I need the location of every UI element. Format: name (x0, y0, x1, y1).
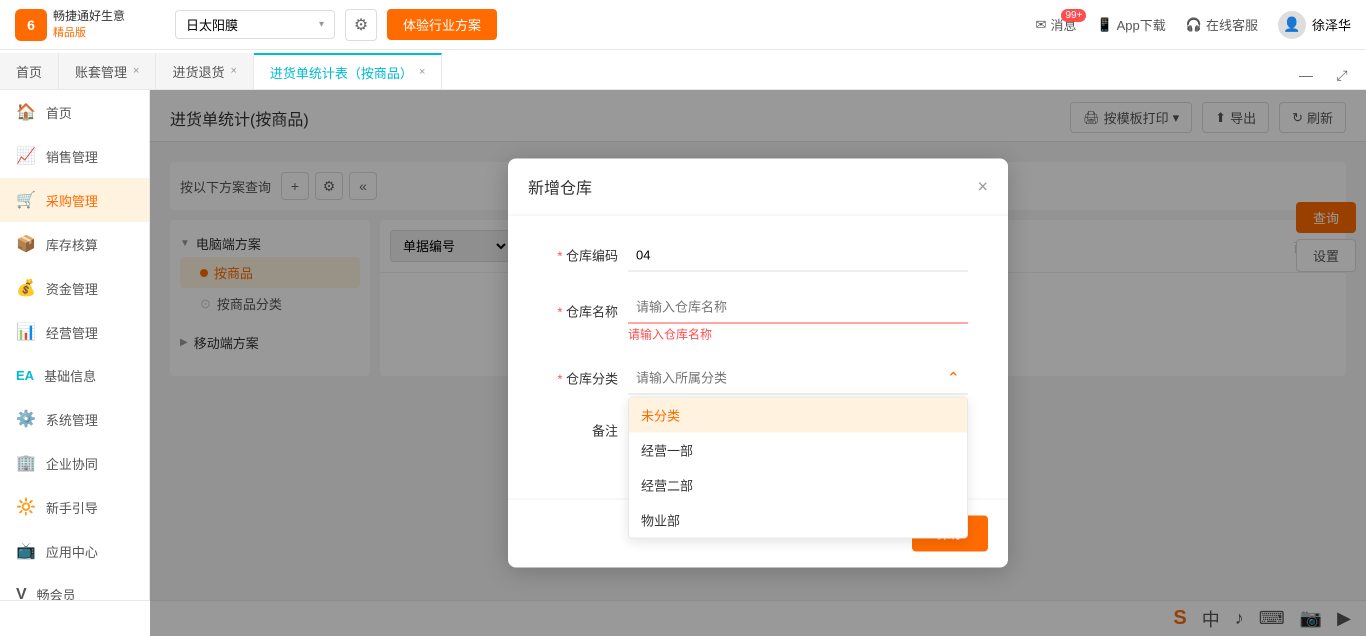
warehouse-category-label: 仓库分类 (548, 363, 628, 388)
sidebar-item-system-label: 系统管理 (46, 410, 98, 429)
sidebar-item-operations-label: 经营管理 (46, 323, 98, 342)
warehouse-name-error: 请输入仓库名称 (548, 326, 712, 343)
system-icon: ⚙️ (16, 409, 36, 429)
messages-badge: 99+ (1061, 9, 1086, 22)
inventory-icon: 📦 (16, 234, 36, 254)
headset-icon: 🎧 (1186, 17, 1202, 33)
header-right: ✉ 消息 99+ 📱 App下载 🎧 在线客服 👤 徐泽华 (1036, 11, 1351, 39)
home-icon: 🏠 (16, 102, 36, 122)
logo-icon: 6 (15, 9, 47, 41)
app-download-label: App下载 (1117, 15, 1166, 34)
dropdown-item-dept1[interactable]: 经营一部 (629, 433, 967, 468)
store-selector[interactable]: 日太阳膜 ▾ (175, 10, 335, 39)
newbie-icon: 🔆 (16, 497, 36, 517)
nav-expand-button[interactable]: ⤢ (1328, 61, 1356, 89)
avatar: 👤 (1278, 11, 1306, 39)
form-row-name: 仓库名称 请输入仓库名称 (548, 292, 968, 343)
sidebar-item-purchase[interactable]: 🛒 采购管理 (0, 178, 149, 222)
sidebar-item-apps-label: 应用中心 (46, 542, 98, 561)
category-dropdown-arrow[interactable]: ⌃ (947, 369, 960, 389)
sidebar-item-basic-info[interactable]: EA 基础信息 (0, 354, 149, 397)
top-header: 6 畅捷通好生意 精品版 日太阳膜 ▾ ⚙ 体验行业方案 ✉ 消息 99+ 📱 … (0, 0, 1366, 50)
sidebar-item-newbie[interactable]: 🔆 新手引导 (0, 485, 149, 529)
sidebar-item-purchase-label: 采购管理 (46, 191, 98, 210)
sidebar-item-enterprise[interactable]: 🏢 企业协同 (0, 441, 149, 485)
tab-home[interactable]: 首页 (0, 53, 59, 89)
sidebar-item-system[interactable]: ⚙️ 系统管理 (0, 397, 149, 441)
main-layout: 🏠 首页 📈 销售管理 🛒 采购管理 📦 库存核算 💰 资金管理 📊 经营管理 … (0, 90, 1366, 636)
sidebar-item-inventory-label: 库存核算 (46, 235, 98, 254)
chevron-down-icon: ▾ (319, 19, 324, 30)
warehouse-name-label: 仓库名称 (548, 295, 628, 320)
basic-info-icon: EA (16, 368, 34, 383)
tab-purchase-stats[interactable]: 进货单统计表（按商品） × (254, 53, 442, 89)
sidebar-item-sales[interactable]: 📈 销售管理 (0, 134, 149, 178)
user-name: 徐泽华 (1312, 15, 1351, 34)
dialog-body: 仓库编码 仓库名称 请输入仓库名称 仓库分类 ⌃ (508, 216, 1008, 499)
form-row-code: 仓库编码 (548, 240, 968, 272)
logo-text: 畅捷通好生意 精品版 (53, 9, 125, 41)
dialog-header: 新增仓库 × (508, 159, 1008, 216)
app-download-item[interactable]: 📱 App下载 (1096, 15, 1165, 34)
logo-area: 6 畅捷通好生意 精品版 (15, 9, 165, 41)
tab-purchase-stats-close[interactable]: × (419, 66, 425, 78)
enterprise-icon: 🏢 (16, 453, 36, 473)
store-name: 日太阳膜 (186, 15, 314, 34)
tab-accounts[interactable]: 账套管理 × (59, 53, 156, 89)
tab-accounts-close[interactable]: × (133, 65, 139, 77)
tab-purchase-return[interactable]: 进货退货 × (156, 53, 253, 89)
sidebar-item-finance[interactable]: 💰 资金管理 (0, 266, 149, 310)
warehouse-category-input[interactable] (628, 363, 968, 395)
notes-label: 备注 (548, 415, 628, 440)
sidebar-item-finance-label: 资金管理 (46, 279, 98, 298)
message-icon: ✉ (1036, 17, 1047, 33)
form-row-category: 仓库分类 ⌃ 未分类 经营一部 经营二部 物业部 (548, 363, 968, 395)
tab-purchase-return-close[interactable]: × (230, 65, 236, 77)
sidebar-item-newbie-label: 新手引导 (46, 498, 98, 517)
dropdown-item-unclassified[interactable]: 未分类 (629, 398, 967, 433)
nav-minimize-button[interactable]: — (1292, 61, 1320, 89)
apps-icon: 📺 (16, 541, 36, 561)
category-dropdown-list: 未分类 经营一部 经营二部 物业部 (628, 397, 968, 539)
online-service-label: 在线客服 (1206, 15, 1258, 34)
warehouse-dialog: 新增仓库 × 仓库编码 仓库名称 请输入仓库名称 (508, 159, 1008, 568)
gear-button[interactable]: ⚙ (345, 9, 377, 41)
dropdown-item-property[interactable]: 物业部 (629, 503, 967, 538)
tab-purchase-stats-label: 进货单统计表（按商品） (270, 63, 413, 82)
sidebar-item-enterprise-label: 企业协同 (46, 454, 98, 473)
sidebar: 🏠 首页 📈 销售管理 🛒 采购管理 📦 库存核算 💰 资金管理 📊 经营管理 … (0, 90, 150, 636)
online-service-item[interactable]: 🎧 在线客服 (1186, 15, 1258, 34)
nav-tabs: 首页 账套管理 × 进货退货 × 进货单统计表（按商品） × — ⤢ (0, 50, 1366, 90)
sidebar-item-apps[interactable]: 📺 应用中心 (0, 529, 149, 573)
warehouse-name-input[interactable] (628, 292, 968, 324)
dialog-close-button[interactable]: × (977, 176, 988, 197)
warehouse-code-label: 仓库编码 (548, 240, 628, 265)
sidebar-item-sales-label: 销售管理 (46, 147, 98, 166)
sidebar-item-operations[interactable]: 📊 经营管理 (0, 310, 149, 354)
user-area[interactable]: 👤 徐泽华 (1278, 11, 1351, 39)
trial-button[interactable]: 体验行业方案 (387, 9, 497, 40)
phone-icon: 📱 (1096, 17, 1112, 33)
category-select-wrapper: ⌃ 未分类 经营一部 经营二部 物业部 (628, 363, 968, 395)
warehouse-code-input[interactable] (628, 240, 968, 272)
sales-icon: 📈 (16, 146, 36, 166)
finance-icon: 💰 (16, 278, 36, 298)
page-content: 进货单统计(按商品) 🖨 按模板打印 ▾ ⬆ 导出 ↻ 刷新 (150, 90, 1366, 636)
dialog-title: 新增仓库 (528, 175, 592, 199)
sidebar-item-home[interactable]: 🏠 首页 (0, 90, 149, 134)
dropdown-item-dept2[interactable]: 经营二部 (629, 468, 967, 503)
nav-tab-actions: — ⤢ (1292, 61, 1366, 89)
messages-item[interactable]: ✉ 消息 99+ (1036, 15, 1077, 34)
sidebar-item-basic-info-label: 基础信息 (44, 366, 96, 385)
purchase-icon: 🛒 (16, 190, 36, 210)
operations-icon: 📊 (16, 322, 36, 342)
sidebar-item-inventory[interactable]: 📦 库存核算 (0, 222, 149, 266)
tab-home-label: 首页 (16, 62, 42, 81)
sidebar-item-home-label: 首页 (46, 103, 72, 122)
tab-accounts-label: 账套管理 (75, 62, 127, 81)
tab-purchase-return-label: 进货退货 (172, 62, 224, 81)
